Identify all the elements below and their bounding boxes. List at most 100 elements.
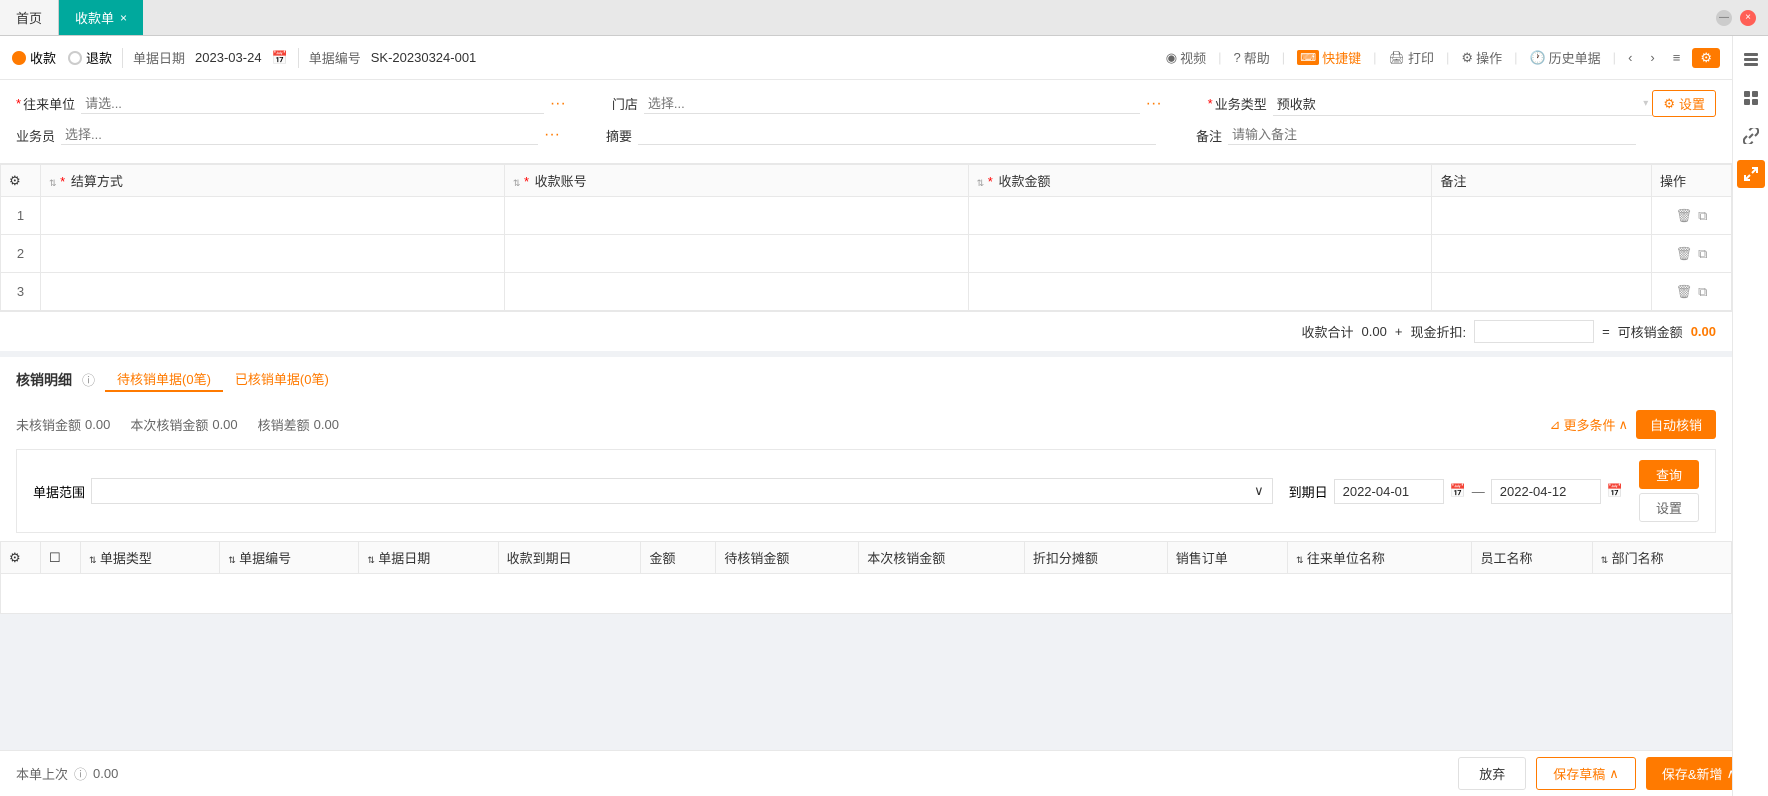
store-more-icon[interactable]: ···: [1140, 95, 1168, 113]
row-1-note[interactable]: [1432, 197, 1652, 235]
refund-radio[interactable]: 退款: [68, 48, 112, 67]
info-icon: ⓘ: [74, 764, 87, 783]
row-2-amount[interactable]: [968, 235, 1432, 273]
info-icon[interactable]: ⓘ: [82, 370, 95, 389]
minimize-button[interactable]: —: [1716, 10, 1732, 26]
close-button[interactable]: ×: [1740, 10, 1756, 26]
orange-settings-button[interactable]: ⚙: [1692, 48, 1720, 68]
due-end-input[interactable]: [1491, 479, 1601, 504]
note-input[interactable]: [1228, 125, 1636, 145]
tab-pending[interactable]: 待核销单据(0笔): [105, 367, 223, 392]
more-conditions-button[interactable]: ⊿ 更多条件 ∧: [1550, 415, 1628, 434]
row-num-3: 3: [1, 273, 41, 311]
form-row-2: 业务员 ··· 摘要 备注: [16, 125, 1716, 145]
bottom-col-checkbox[interactable]: ☐: [41, 542, 81, 574]
row-3-settlement[interactable]: [41, 273, 505, 311]
bottom-col-amount-header: 金额: [641, 542, 716, 574]
sidebar-table-icon[interactable]: [1737, 46, 1765, 74]
history-button[interactable]: 🕐 历史单据: [1523, 46, 1606, 69]
receipt-radio[interactable]: 收款: [12, 48, 56, 67]
row-2-delete-icon[interactable]: 🗑: [1676, 246, 1693, 262]
staff-input[interactable]: [61, 125, 538, 145]
shortcut-button[interactable]: ⌨ 快捷键: [1291, 46, 1367, 69]
row-3-account[interactable]: [504, 273, 968, 311]
row-3-action: 🗑 ⧉: [1652, 273, 1732, 311]
partner-input[interactable]: [81, 94, 544, 114]
sidebar-link-icon[interactable]: [1737, 122, 1765, 150]
range-label: 单据范围: [33, 482, 85, 501]
video-icon: ◉: [1166, 50, 1177, 66]
nav-next-button[interactable]: ›: [1644, 48, 1660, 67]
summary-input[interactable]: [638, 125, 1156, 145]
row-2-account[interactable]: [504, 235, 968, 273]
partner-more-icon[interactable]: ···: [544, 95, 572, 113]
row-2-note[interactable]: [1432, 235, 1652, 273]
row-2-settlement[interactable]: [41, 235, 505, 273]
more-conditions-label: 更多条件: [1563, 415, 1615, 434]
nav-prev-button[interactable]: ‹: [1622, 48, 1638, 67]
operate-button[interactable]: ⚙ 操作: [1455, 46, 1508, 69]
bottom-col-partner-header: ⇅ 往来单位名称: [1287, 542, 1472, 574]
row-3-note[interactable]: [1432, 273, 1652, 311]
help-button[interactable]: ? 帮助: [1228, 46, 1276, 69]
row-3-amount[interactable]: [968, 273, 1432, 311]
row-1-delete-icon[interactable]: 🗑: [1676, 208, 1693, 224]
row-1-copy-icon[interactable]: ⧉: [1698, 208, 1707, 224]
row-1-settlement[interactable]: [41, 197, 505, 235]
staff-label: 业务员: [16, 126, 61, 145]
query-settings-label: 设置: [1656, 501, 1682, 516]
this-time-value: 0.00: [93, 766, 118, 781]
biztype-select[interactable]: 预收款 ▾: [1273, 92, 1653, 116]
col-settlement-header: ⇅ * 结算方式: [41, 165, 505, 197]
bottom-table-row: [1, 574, 1732, 614]
form-settings-button[interactable]: ⚙ 设置: [1652, 90, 1716, 117]
video-button[interactable]: ◉ 视频: [1160, 46, 1212, 69]
staff-more-icon[interactable]: ···: [538, 126, 566, 144]
table-row: 2 🗑 ⧉: [1, 235, 1732, 273]
history-label: 历史单据: [1549, 48, 1601, 67]
row-2-copy-icon[interactable]: ⧉: [1698, 246, 1707, 262]
bottom-col-dept-header: ⇅ 部门名称: [1592, 542, 1731, 574]
bottom-col-staff-header: 员工名称: [1472, 542, 1592, 574]
row-1-account[interactable]: [504, 197, 968, 235]
tab-close-icon[interactable]: ×: [120, 11, 127, 25]
store-input[interactable]: [644, 94, 1140, 114]
calendar-icon[interactable]: 📅: [272, 50, 288, 66]
operate-icon: ⚙: [1461, 50, 1473, 66]
range-select[interactable]: ∨: [91, 478, 1273, 504]
save-draft-button[interactable]: 保存草稿 ∧: [1536, 757, 1636, 790]
unclaimed-stat: 未核销金额 0.00: [16, 415, 110, 434]
verify-detail: 未核销金额 0.00 本次核销金额 0.00 核销差额 0.00 ⊿ 更多条件 …: [0, 402, 1732, 541]
calendar-end-icon[interactable]: 📅: [1607, 483, 1623, 499]
tab-home[interactable]: 首页: [0, 0, 59, 35]
bottom-col-settings[interactable]: ⚙: [1, 542, 41, 574]
due-start-input[interactable]: [1334, 479, 1444, 504]
query-row: 单据范围 ∨ 到期日 📅 — 📅 查询 设置: [16, 449, 1716, 533]
tab-done[interactable]: 已核销单据(0笔): [223, 367, 341, 392]
auto-verify-button[interactable]: 自动核销: [1636, 410, 1716, 439]
sort-icon: ⇅: [977, 178, 985, 188]
gear-icon: ⚙: [1663, 96, 1675, 112]
discard-button[interactable]: 放弃: [1458, 757, 1526, 790]
sidebar-expand-icon[interactable]: [1737, 160, 1765, 188]
row-1-amount[interactable]: [968, 197, 1432, 235]
row-3-copy-icon[interactable]: ⧉: [1698, 284, 1707, 300]
chevron-right-icon: ›: [1650, 50, 1654, 65]
calendar-start-icon[interactable]: 📅: [1450, 483, 1466, 499]
sidebar-grid-icon[interactable]: [1737, 84, 1765, 112]
layout-button[interactable]: ≡: [1667, 48, 1687, 67]
discount-input[interactable]: [1474, 320, 1594, 343]
tab-active[interactable]: 收款单 ×: [59, 0, 143, 35]
query-settings-button[interactable]: 设置: [1639, 493, 1699, 522]
layout-icon: ≡: [1673, 50, 1681, 65]
plus-sign: +: [1395, 324, 1403, 339]
note-label: 备注: [1196, 126, 1228, 145]
row-3-delete-icon[interactable]: 🗑: [1676, 284, 1693, 300]
bottom-table: ⚙ ☐ ⇅ 单据类型 ⇅ 单据编号 ⇅ 单据日期 收款到期日: [0, 541, 1732, 614]
query-button[interactable]: 查询: [1639, 460, 1699, 489]
col-settings-header[interactable]: ⚙: [1, 165, 41, 197]
shortcut-label: 快捷键: [1322, 48, 1361, 67]
operate-label: 操作: [1476, 48, 1502, 67]
print-button[interactable]: 🖨 打印: [1382, 46, 1440, 69]
help-icon: ?: [1234, 50, 1241, 65]
